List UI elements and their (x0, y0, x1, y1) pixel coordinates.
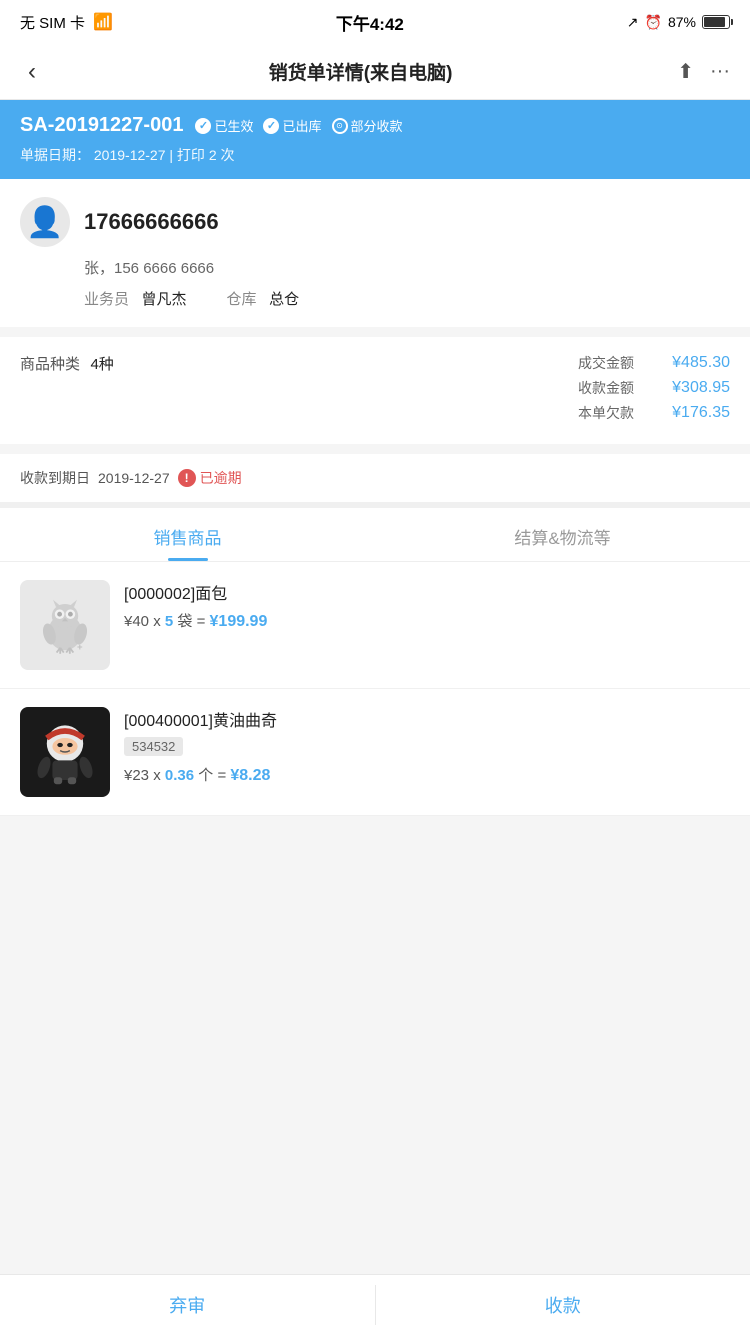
order-date-line: 单据日期： 2019-12-27 | 打印 2 次 (20, 145, 730, 165)
customer-meta: 业务员 曾凡杰 仓库 总仓 (84, 288, 730, 309)
order-id: SA-20191227-001 (20, 114, 183, 137)
owed-value: ¥176.35 (650, 404, 730, 422)
order-header-top: SA-20191227-001 ✓ 已生效 ✓ 已出库 ⊙ 部分收款 (20, 114, 730, 137)
overdue-badge: ! 已逾期 (178, 468, 242, 488)
list-item: [000400001]黄油曲奇 534532 ¥23 x 0.36 个 = ¥8… (0, 689, 750, 816)
amount-value: ¥485.30 (650, 354, 730, 372)
location-icon: ↗ (627, 14, 639, 31)
amount-label: 成交金额 (578, 353, 634, 373)
order-header: SA-20191227-001 ✓ 已生效 ✓ 已出库 ⊙ 部分收款 单据日期：… (0, 100, 750, 179)
product-thumbnail-1: + (20, 580, 110, 670)
avatar: 👤 (20, 197, 70, 247)
customer-phone: 17666666666 (84, 209, 219, 235)
status-effective-label: 已生效 (214, 116, 253, 135)
bottom-bar: 弃审 收款 (0, 1274, 750, 1334)
product-info-1: [0000002]面包 ¥40 x 5 袋 = ¥199.99 (124, 580, 730, 631)
nav-bar: ‹ 销货单详情(来自电脑) ⬆ ··· (0, 44, 750, 100)
sales-value: 曾凡杰 (142, 291, 187, 308)
due-label: 收款到期日 (20, 468, 90, 488)
types-label: 商品种类 (20, 356, 80, 373)
time-display: 下午4:42 (336, 10, 404, 35)
nav-actions: ⬆ ··· (677, 59, 730, 84)
products-section: + [0000002]面包 ¥40 x 5 袋 = ¥199.99 (0, 562, 750, 816)
battery-icon (702, 15, 730, 29)
avatar-icon: 👤 (26, 205, 63, 240)
order-date: 2019-12-27 (94, 147, 166, 163)
alarm-icon: ⏰ (645, 14, 662, 31)
owl-icon: + (35, 595, 95, 655)
customer-row: 👤 17666666666 (20, 197, 730, 247)
battery-text: 87% (668, 14, 696, 30)
cancel-button[interactable]: 弃审 (0, 1275, 375, 1334)
customer-name: 张，156 6666 6666 (84, 257, 730, 278)
share-button[interactable]: ⬆ (677, 59, 694, 84)
svg-text:+: + (77, 642, 83, 653)
types-count: 4种 (90, 356, 113, 373)
customer-section: 👤 17666666666 张，156 6666 6666 业务员 曾凡杰 仓库… (0, 179, 750, 327)
product-total-2: ¥8.28 (230, 767, 270, 784)
received-label: 收款金额 (578, 378, 634, 398)
summary-right: 成交金额 ¥485.30 收款金额 ¥308.95 本单欠款 ¥176.35 (578, 353, 730, 428)
status-partial-label: 部分收款 (351, 116, 403, 135)
summary-row: 商品种类 4种 成交金额 ¥485.30 收款金额 ¥308.95 本单欠款 ¥… (20, 353, 730, 428)
amount-row-2: 收款金额 ¥308.95 (578, 378, 730, 398)
product-qty-1: 5 (165, 613, 173, 630)
received-value: ¥308.95 (650, 379, 730, 397)
product-price-row-1: ¥40 x 5 袋 = ¥199.99 (124, 610, 730, 631)
check-icon-1: ✓ (195, 118, 211, 134)
status-badge-effective: ✓ 已生效 (195, 116, 253, 135)
list-item: + [0000002]面包 ¥40 x 5 袋 = ¥199.99 (0, 562, 750, 689)
warehouse-value: 总仓 (269, 291, 299, 308)
check-icon-2: ✓ (263, 118, 279, 134)
status-left: 无 SIM 卡 📶 (20, 12, 113, 33)
print-info: | 打印 2 次 (169, 147, 234, 163)
overdue-dot: ! (178, 469, 196, 487)
product-price-row-2: ¥23 x 0.36 个 = ¥8.28 (124, 764, 730, 785)
date-label: 单据日期： (20, 147, 90, 163)
tabs-row: 销售商品 结算&物流等 (0, 508, 750, 562)
product-thumbnail-2 (20, 707, 110, 797)
product-info-2: [000400001]黄油曲奇 534532 ¥23 x 0.36 个 = ¥8… (124, 707, 730, 785)
page-title: 销货单详情(来自电脑) (269, 58, 453, 85)
product-qty-2: 0.36 (165, 767, 194, 784)
status-right: ↗ ⏰ 87% (627, 14, 730, 31)
product-tag-2: 534532 (124, 737, 183, 756)
owed-label: 本单欠款 (578, 403, 634, 423)
clock-icon: ⊙ (332, 118, 348, 134)
summary-section: 商品种类 4种 成交金额 ¥485.30 收款金额 ¥308.95 本单欠款 ¥… (0, 337, 750, 444)
tab-settlement[interactable]: 结算&物流等 (375, 508, 750, 561)
overdue-text: 已逾期 (200, 468, 242, 488)
status-shipped-label: 已出库 (282, 116, 321, 135)
due-date: 2019-12-27 (98, 470, 170, 486)
amount-row-3: 本单欠款 ¥176.35 (578, 403, 730, 423)
warehouse-label: 仓库 总仓 (227, 288, 300, 309)
amount-row-1: 成交金额 ¥485.30 (578, 353, 730, 373)
status-bar: 无 SIM 卡 📶 下午4:42 ↗ ⏰ 87% (0, 0, 750, 44)
tab-sales-products[interactable]: 销售商品 (0, 508, 375, 561)
back-button[interactable]: ‹ (20, 50, 44, 94)
carrier-text: 无 SIM 卡 (20, 12, 85, 33)
summary-left: 商品种类 4种 (20, 353, 114, 374)
status-badges: ✓ 已生效 ✓ 已出库 ⊙ 部分收款 (195, 116, 402, 135)
confirm-button[interactable]: 收款 (376, 1275, 750, 1334)
due-section: 收款到期日 2019-12-27 ! 已逾期 (0, 454, 750, 508)
status-badge-partial: ⊙ 部分收款 (332, 116, 403, 135)
product-name-1: [0000002]面包 (124, 580, 730, 604)
ninja-icon (30, 717, 100, 787)
wifi-icon: 📶 (93, 12, 113, 32)
more-button[interactable]: ··· (710, 60, 730, 83)
sales-label: 业务员 曾凡杰 (84, 288, 187, 309)
status-badge-shipped: ✓ 已出库 (263, 116, 321, 135)
product-total-1: ¥199.99 (210, 613, 268, 630)
product-name-2: [000400001]黄油曲奇 (124, 707, 730, 731)
